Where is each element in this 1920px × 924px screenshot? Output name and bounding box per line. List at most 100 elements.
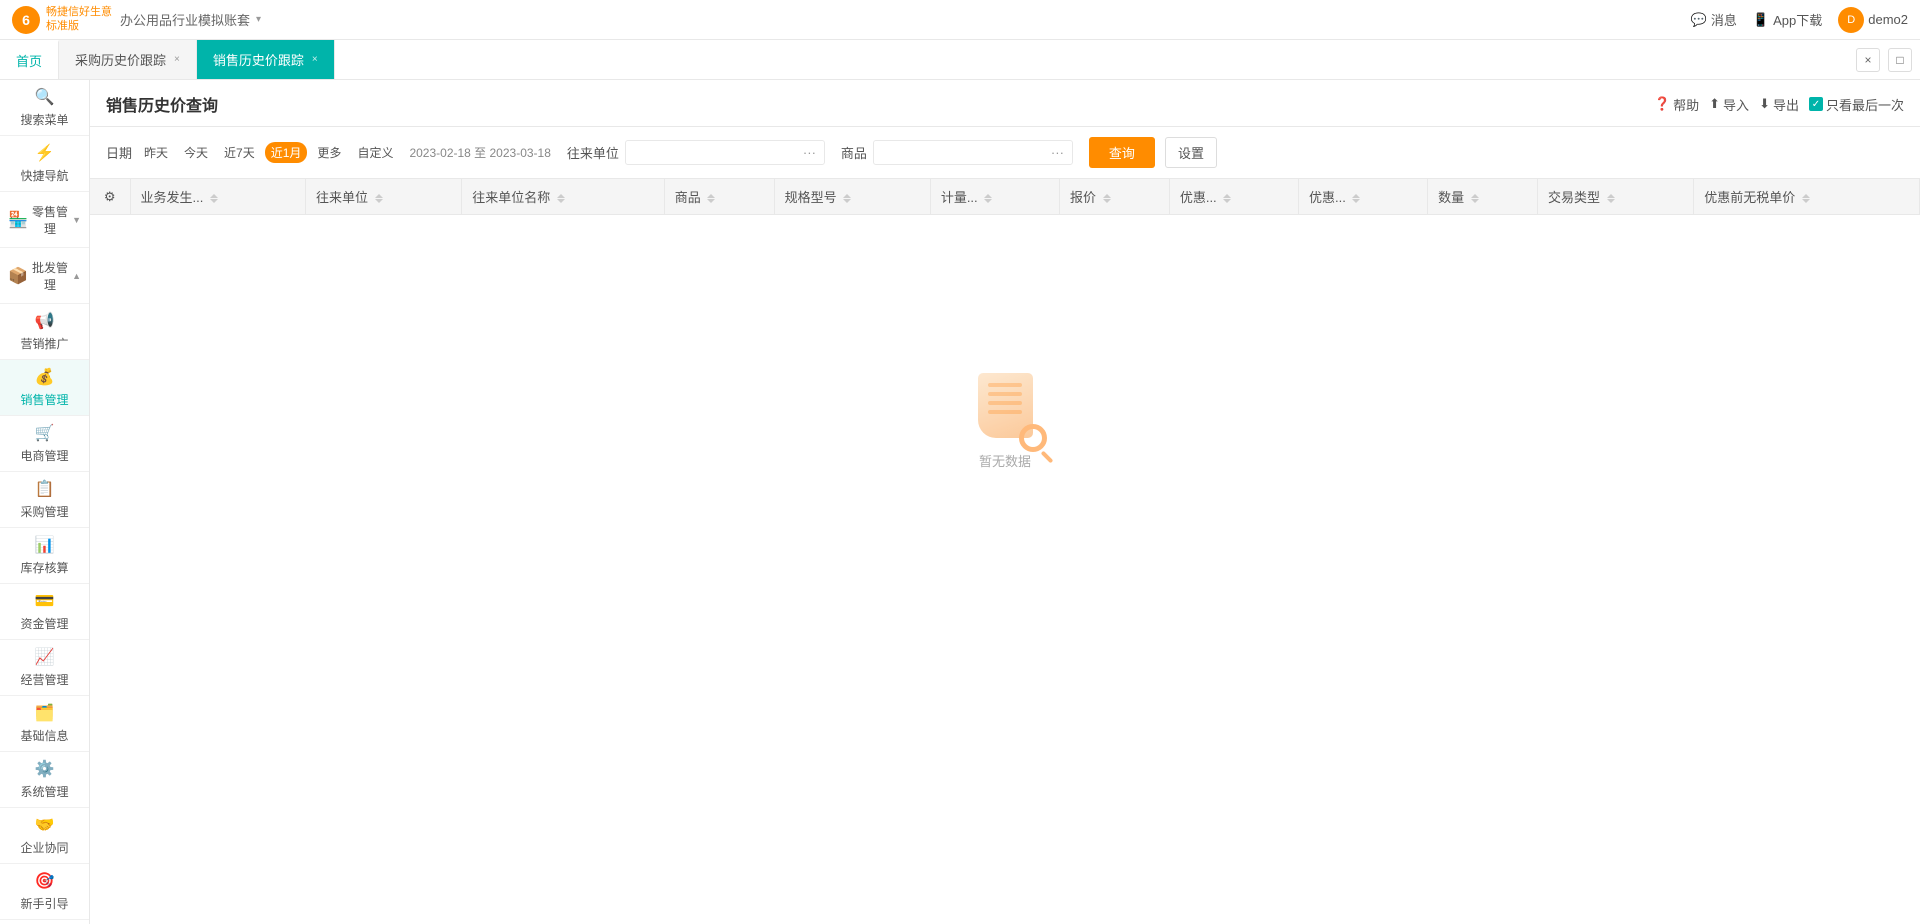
col-trade-type[interactable]: 交易类型 <box>1538 179 1694 215</box>
sidebar-item-search-menu[interactable]: 🔍 搜索菜单 <box>0 80 89 136</box>
col-biz-date[interactable]: 业务发生... <box>130 179 306 215</box>
partner-filter-group: 往来单位 ··· <box>567 140 825 165</box>
sidebar-item-marketing-label: 营销推广 <box>20 335 68 352</box>
filter-bar: 日期 昨天 今天 近7天 近1月 更多 自定义 2023-02-18 至 202… <box>90 127 1920 179</box>
sidebar-item-wholesale-mgmt[interactable]: 📦 批发管理 ▲ <box>0 248 89 304</box>
import-icon: ⬆ <box>1709 96 1720 112</box>
col-unit[interactable]: 计量... <box>930 179 1059 215</box>
sidebar-item-system-label: 系统管理 <box>20 783 68 800</box>
sidebar-item-purchase-mgmt[interactable]: 📋 采购管理 <box>0 472 89 528</box>
table-header-row: ⚙ 业务发生... 往来单位 <box>90 179 1920 215</box>
goods-input[interactable]: ··· <box>873 140 1073 165</box>
sidebar-item-inventory[interactable]: 📊 库存核算 <box>0 528 89 584</box>
sidebar-item-newbie[interactable]: 🎯 新手引导 <box>0 864 89 920</box>
enterprise-coop-icon: 🤝 <box>35 815 55 835</box>
sidebar-item-app-center[interactable]: 📱 应用中心 <box>0 920 89 924</box>
partner-label: 往来单位 <box>567 143 619 162</box>
col-discount1[interactable]: 优惠... <box>1169 179 1298 215</box>
export-icon: ⬇ <box>1759 96 1770 112</box>
sidebar-item-coop-label: 企业协同 <box>20 839 68 856</box>
sidebar-item-operations-label: 经营管理 <box>20 671 68 688</box>
sort-quantity <box>1471 194 1479 203</box>
page-actions: ❓ 帮助 ⬆ 导入 ⬇ 导出 ✓ 只看最后一次 <box>1654 95 1904 114</box>
tab-sales-history[interactable]: 销售历史价跟踪 × <box>197 40 335 79</box>
help-button[interactable]: ❓ 帮助 <box>1654 95 1699 114</box>
sort-biz-date <box>210 194 218 203</box>
col-quantity[interactable]: 数量 <box>1428 179 1538 215</box>
tab-maximize-button[interactable]: □ <box>1888 48 1912 72</box>
user-profile[interactable]: D demo2 <box>1838 7 1908 33</box>
app-download-button[interactable]: 📱 App下载 <box>1753 10 1822 29</box>
col-pre-discount-price[interactable]: 优惠前无税单价 <box>1694 179 1920 215</box>
top-bar-left: 6 畅捷信好生意 标准版 办公用品行业模拟账套 ▾ <box>12 6 261 34</box>
only-last-checkbox[interactable]: ✓ <box>1809 97 1823 111</box>
message-icon: 💬 <box>1691 12 1707 28</box>
phone-icon: 📱 <box>1753 12 1769 28</box>
tab-purchase-history[interactable]: 采购历史价跟踪 × <box>59 40 197 79</box>
date-btn-last1month[interactable]: 近1月 <box>265 142 308 163</box>
sidebar-item-operations[interactable]: 📈 经营管理 <box>0 640 89 696</box>
operations-icon: 📈 <box>35 647 55 667</box>
sidebar-item-sales-mgmt[interactable]: 💰 销售管理 <box>0 360 89 416</box>
sidebar-item-basicinfo-label: 基础信息 <box>20 727 68 744</box>
sidebar-item-basic-info[interactable]: 🗂️ 基础信息 <box>0 696 89 752</box>
page-title: 销售历史价查询 <box>106 92 218 116</box>
newbie-icon: 🎯 <box>35 871 55 891</box>
setting-button[interactable]: 设置 <box>1165 137 1217 168</box>
date-btn-more[interactable]: 更多 <box>311 142 347 163</box>
col-quote[interactable]: 报价 <box>1059 179 1169 215</box>
top-bar-right: 💬 消息 📱 App下载 D demo2 <box>1691 7 1908 33</box>
page-header: 销售历史价查询 ❓ 帮助 ⬆ 导入 ⬇ 导出 ✓ <box>90 80 1920 127</box>
sidebar-item-ecommerce-label: 电商管理 <box>20 447 68 464</box>
top-bar: 6 畅捷信好生意 标准版 办公用品行业模拟账套 ▾ 💬 消息 📱 App下载 D… <box>0 0 1920 40</box>
sort-partner-name <box>557 194 565 203</box>
col-discount2[interactable]: 优惠... <box>1298 179 1427 215</box>
col-partner-name[interactable]: 往来单位名称 <box>462 179 665 215</box>
sidebar-item-retail-mgmt[interactable]: 🏪 零售管理 ▼ <box>0 192 89 248</box>
tab-minimize-button[interactable]: × <box>1856 48 1880 72</box>
page-title-row: 销售历史价查询 ❓ 帮助 ⬆ 导入 ⬇ 导出 ✓ <box>106 92 1904 126</box>
tab-sales-close[interactable]: × <box>312 54 318 65</box>
inventory-icon: 📊 <box>35 535 55 555</box>
marketing-icon: 📢 <box>35 311 55 331</box>
col-partner-code[interactable]: 往来单位 <box>306 179 462 215</box>
partner-input[interactable]: ··· <box>625 140 825 165</box>
settings-icon[interactable]: ⚙ <box>104 189 116 204</box>
only-last-button[interactable]: ✓ 只看最后一次 <box>1809 95 1904 114</box>
sidebar-item-wholesale-label: 批发管理 <box>32 259 68 293</box>
message-button[interactable]: 💬 消息 <box>1691 10 1737 29</box>
sidebar-item-quick-nav[interactable]: ⚡ 快捷导航 <box>0 136 89 192</box>
sidebar-item-marketing[interactable]: 📢 营销推广 <box>0 304 89 360</box>
goods-filter-group: 商品 ··· <box>841 140 1073 165</box>
import-button[interactable]: ⬆ 导入 <box>1709 95 1749 114</box>
col-goods[interactable]: 商品 <box>664 179 774 215</box>
sidebar-item-finance[interactable]: 💳 资金管理 <box>0 584 89 640</box>
dropdown-icon[interactable]: ▾ <box>256 14 261 25</box>
logo-area: 6 畅捷信好生意 标准版 <box>12 6 112 34</box>
sort-goods <box>707 194 715 203</box>
search-menu-icon: 🔍 <box>35 87 55 107</box>
date-btn-today[interactable]: 今天 <box>178 142 214 163</box>
sidebar-item-ecommerce[interactable]: 🛒 电商管理 <box>0 416 89 472</box>
sidebar-item-system[interactable]: ⚙️ 系统管理 <box>0 752 89 808</box>
sidebar-item-search-label: 搜索菜单 <box>20 111 68 128</box>
wholesale-mgmt-icon: 📦 <box>8 266 28 286</box>
col-settings[interactable]: ⚙ <box>90 179 130 215</box>
wholesale-arrow-icon: ▲ <box>72 271 81 281</box>
query-button[interactable]: 查询 <box>1089 137 1155 168</box>
sort-spec <box>843 194 851 203</box>
basic-info-icon: 🗂️ <box>35 703 55 723</box>
date-buttons: 昨天 今天 近7天 近1月 更多 自定义 <box>138 142 399 163</box>
data-table: ⚙ 业务发生... 往来单位 <box>90 179 1920 215</box>
sidebar-item-finance-label: 资金管理 <box>20 615 68 632</box>
export-button[interactable]: ⬇ 导出 <box>1759 95 1799 114</box>
date-btn-yesterday[interactable]: 昨天 <box>138 142 174 163</box>
col-spec[interactable]: 规格型号 <box>774 179 930 215</box>
date-btn-last7days[interactable]: 近7天 <box>218 142 261 163</box>
date-btn-custom[interactable]: 自定义 <box>351 142 399 163</box>
tab-purchase-close[interactable]: × <box>174 54 180 65</box>
partner-input-dots: ··· <box>803 145 816 160</box>
sidebar-item-enterprise-coop[interactable]: 🤝 企业协同 <box>0 808 89 864</box>
sidebar: 🔍 搜索菜单 ⚡ 快捷导航 🏪 零售管理 ▼ 📦 批发管理 ▲ 📢 营销推广 💰… <box>0 80 90 924</box>
tab-home[interactable]: 首页 <box>0 40 59 79</box>
